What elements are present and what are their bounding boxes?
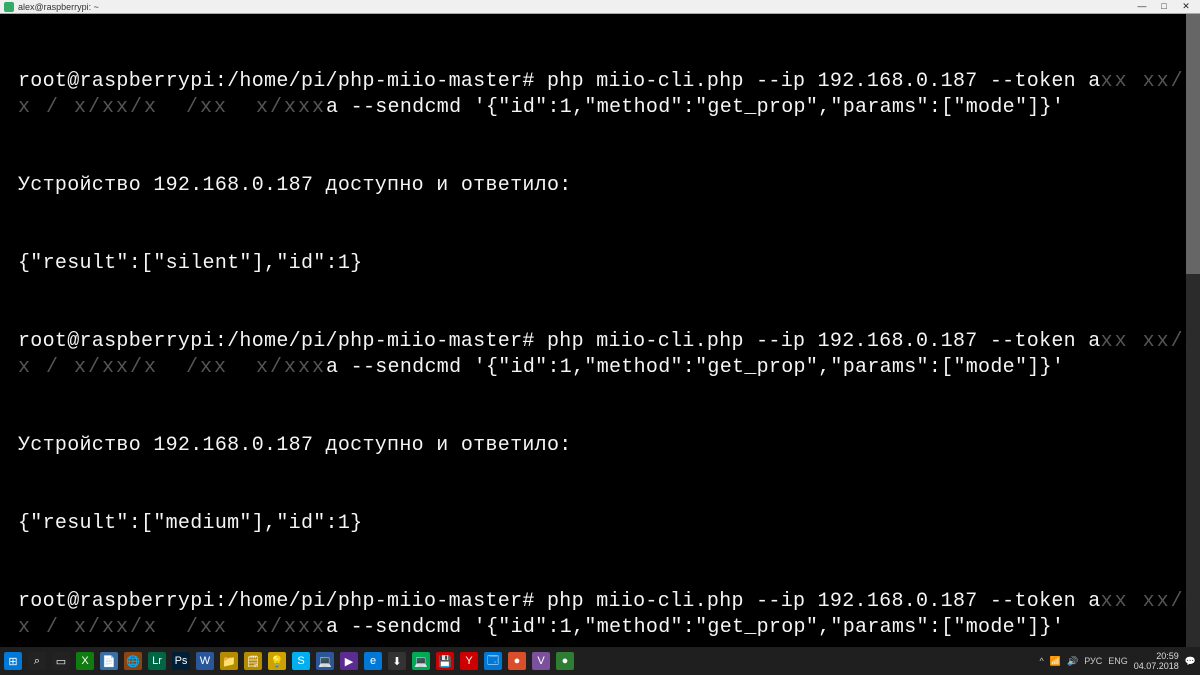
taskbar-app-icon[interactable]: ⌕ xyxy=(28,652,46,670)
taskbar-app-icon[interactable]: 💾 xyxy=(436,652,454,670)
close-button[interactable]: ✕ xyxy=(1176,1,1196,13)
taskbar-app-icon[interactable]: ⊞ xyxy=(4,652,22,670)
app-window: alex@raspberrypi: ~ — □ ✕ root@raspberry… xyxy=(0,0,1200,675)
taskbar-app-icon[interactable]: 💻 xyxy=(316,652,334,670)
clock[interactable]: 20:59 04.07.2018 xyxy=(1134,651,1179,671)
taskbar-app-icon[interactable]: 📄 xyxy=(100,652,118,670)
taskbar-app-icon[interactable]: V xyxy=(532,652,550,670)
scrollbar-thumb[interactable] xyxy=(1186,14,1200,274)
tray-lang[interactable]: РУС xyxy=(1084,656,1102,666)
tray-notifications-icon[interactable]: 💬 xyxy=(1185,656,1196,667)
taskbar-app-icon[interactable]: Ps xyxy=(172,652,190,670)
taskbar-app-icon[interactable]: 📁 xyxy=(220,652,238,670)
taskbar-app-icon[interactable]: Y xyxy=(460,652,478,670)
app-icon xyxy=(4,2,14,12)
titlebar[interactable]: alex@raspberrypi: ~ — □ ✕ xyxy=(0,0,1200,14)
taskbar-app-icon[interactable]: 🌐 xyxy=(124,652,142,670)
taskbar-app-icon[interactable]: 🗒 xyxy=(244,652,262,670)
taskbar-app-icon[interactable]: 💻 xyxy=(412,652,430,670)
taskbar-app-icon[interactable]: 🗔 xyxy=(484,652,502,670)
taskbar-app-icon[interactable]: ▭ xyxy=(52,652,70,670)
taskbar: ⊞ ⌕ ▭ X 📄 🌐 Lr Ps W 📁 🗒 💡 S 💻 ▶ e ⬇ 💻 💾 Y 🗔 ● V ● ^ 📶 🔊 РУС ENG… xyxy=(0,647,1200,675)
taskbar-app-icon[interactable]: e xyxy=(364,652,382,670)
terminal-line: Устройство 192.168.0.187 доступно и отве… xyxy=(18,173,1200,199)
taskbar-app-icon[interactable]: ⬇ xyxy=(388,652,406,670)
tray-network-icon[interactable]: 📶 xyxy=(1050,656,1061,667)
taskbar-app-icon[interactable]: ▶ xyxy=(340,652,358,670)
taskbar-app-icon[interactable]: ● xyxy=(556,652,574,670)
tray-volume-icon[interactable]: 🔊 xyxy=(1067,656,1078,667)
minimize-button[interactable]: — xyxy=(1132,1,1152,13)
terminal-line: root@raspberrypi:/home/pi/php-miio-maste… xyxy=(18,329,1200,381)
terminal-viewport[interactable]: root@raspberrypi:/home/pi/php-miio-maste… xyxy=(0,14,1200,647)
taskbar-app-icon[interactable]: 💡 xyxy=(268,652,286,670)
maximize-button[interactable]: □ xyxy=(1154,1,1174,13)
terminal-line: Устройство 192.168.0.187 доступно и отве… xyxy=(18,433,1200,459)
system-tray[interactable]: ^ 📶 🔊 РУС ENG 20:59 04.07.2018 💬 xyxy=(1040,651,1196,671)
taskbar-app-icon[interactable]: S xyxy=(292,652,310,670)
scrollbar[interactable] xyxy=(1186,14,1200,647)
terminal-line: root@raspberrypi:/home/pi/php-miio-maste… xyxy=(18,69,1200,121)
terminal-line: root@raspberrypi:/home/pi/php-miio-maste… xyxy=(18,589,1200,641)
window-title: alex@raspberrypi: ~ xyxy=(18,2,1130,12)
terminal-line: {"result":["medium"],"id":1} xyxy=(18,511,1200,537)
terminal-line: {"result":["silent"],"id":1} xyxy=(18,251,1200,277)
taskbar-app-icon[interactable]: Lr xyxy=(148,652,166,670)
taskbar-app-icon[interactable]: ● xyxy=(508,652,526,670)
taskbar-app-icon[interactable]: W xyxy=(196,652,214,670)
tray-lang[interactable]: ENG xyxy=(1108,656,1128,666)
taskbar-app-icon[interactable]: X xyxy=(76,652,94,670)
tray-chevron-icon[interactable]: ^ xyxy=(1040,656,1044,666)
